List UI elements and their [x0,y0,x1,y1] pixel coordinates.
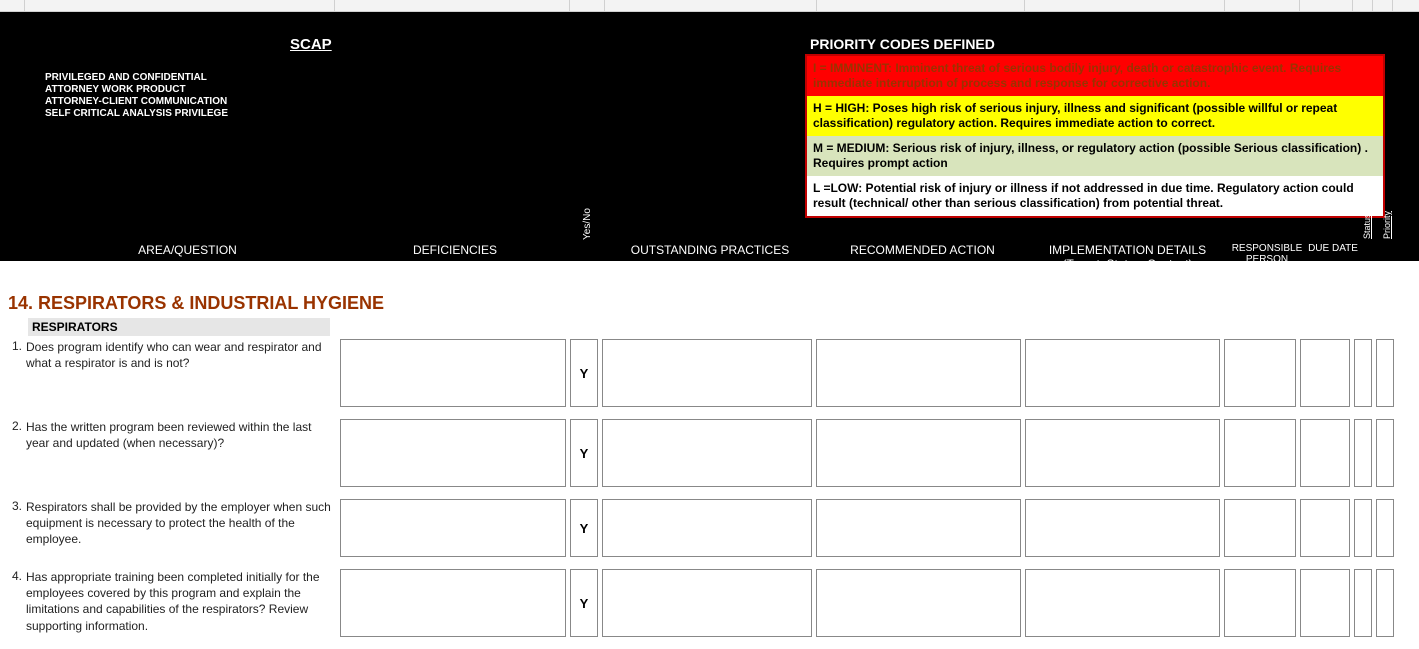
cell-outstanding-practices[interactable] [602,339,812,407]
question-text: Respirators shall be provided by the emp… [26,499,336,548]
col-yes-no: Yes/No [582,215,593,240]
question-number: 1. [0,339,26,353]
question-text: Has appropriate training been completed … [26,569,336,634]
cell-implementation-details[interactable] [1025,569,1220,637]
answer-cells: Y [340,339,1394,407]
cell-outstanding-practices[interactable] [602,569,812,637]
question-row: 3.Respirators shall be provided by the e… [0,499,1419,557]
section-title: 14. RESPIRATORS & INDUSTRIAL HYGIENE [8,293,1419,314]
cell-deficiencies[interactable] [340,339,566,407]
question-text: Has the written program been reviewed wi… [26,419,336,451]
header-panel: SCAP PRIVILEGED AND CONFIDENTIAL ATTORNE… [0,12,1419,261]
cell-priority[interactable] [1376,569,1394,637]
cell-implementation-details[interactable] [1025,339,1220,407]
answer-cells: Y [340,419,1394,487]
cell-yes-no[interactable]: Y [570,569,598,637]
cell-priority[interactable] [1376,419,1394,487]
column-ruler [0,0,1419,12]
privileged-block: PRIVILEGED AND CONFIDENTIAL ATTORNEY WOR… [45,72,228,120]
cell-status[interactable] [1354,339,1372,407]
col-area-question: AREA/QUESTION [40,243,335,257]
question-text: Does program identify who can wear and r… [26,339,336,371]
cell-recommended-action[interactable] [816,339,1021,407]
cell-responsible-person[interactable] [1224,499,1296,557]
col-status: Status [1362,221,1372,239]
cell-responsible-person[interactable] [1224,339,1296,407]
col-priority: Priority [1382,221,1392,239]
question-row: 1.Does program identify who can wear and… [0,339,1419,407]
priority-code-low: L =LOW: Potential risk of injury or illn… [807,176,1383,216]
priv-line: ATTORNEY WORK PRODUCT [45,84,228,96]
cell-yes-no[interactable]: Y [570,339,598,407]
cell-responsible-person[interactable] [1224,569,1296,637]
cell-priority[interactable] [1376,339,1394,407]
cell-recommended-action[interactable] [816,569,1021,637]
cell-status[interactable] [1354,569,1372,637]
priority-codes-title: PRIORITY CODES DEFINED [810,36,995,52]
cell-status[interactable] [1354,499,1372,557]
col-implementation-details: IMPLEMENTATION DETAILS (Target, Status, … [1030,243,1225,271]
cell-outstanding-practices[interactable] [602,499,812,557]
cell-due-date[interactable] [1300,339,1350,407]
cell-yes-no[interactable]: Y [570,499,598,557]
col-recommended-action: RECOMMENDED ACTION [820,243,1025,257]
priv-line: SELF CRITICAL ANALYSIS PRIVILEGE [45,108,228,120]
priority-codes-box: I = IMMINENT: Imminent threat of serious… [805,54,1385,218]
subsection-header: RESPIRATORS [28,318,330,336]
priv-line: PRIVILEGED AND CONFIDENTIAL [45,72,228,84]
question-number: 4. [0,569,26,583]
cell-deficiencies[interactable] [340,499,566,557]
priority-code-imminent: I = IMMINENT: Imminent threat of serious… [807,56,1383,96]
cell-yes-no[interactable]: Y [570,419,598,487]
cell-implementation-details[interactable] [1025,499,1220,557]
cell-priority[interactable] [1376,499,1394,557]
question-number: 2. [0,419,26,433]
col-due-date: DUE DATE [1308,243,1358,254]
cell-responsible-person[interactable] [1224,419,1296,487]
cell-status[interactable] [1354,419,1372,487]
col-responsible-person: RESPONSIBLE PERSON [1230,243,1304,265]
question-row: 2.Has the written program been reviewed … [0,419,1419,487]
priority-code-medium: M = MEDIUM: Serious risk of injury, illn… [807,136,1383,176]
cell-due-date[interactable] [1300,499,1350,557]
doc-title: SCAP [290,36,332,53]
question-row: 4.Has appropriate training been complete… [0,569,1419,637]
cell-due-date[interactable] [1300,419,1350,487]
answer-cells: Y [340,569,1394,637]
cell-deficiencies[interactable] [340,419,566,487]
col-deficiencies: DEFICIENCIES [340,243,570,257]
cell-due-date[interactable] [1300,569,1350,637]
answer-cells: Y [340,499,1394,557]
cell-outstanding-practices[interactable] [602,419,812,487]
cell-recommended-action[interactable] [816,499,1021,557]
priority-code-high: H = HIGH: Poses high risk of serious inj… [807,96,1383,136]
cell-implementation-details[interactable] [1025,419,1220,487]
cell-deficiencies[interactable] [340,569,566,637]
priv-line: ATTORNEY-CLIENT COMMUNICATION [45,96,228,108]
cell-recommended-action[interactable] [816,419,1021,487]
question-number: 3. [0,499,26,513]
col-outstanding-practices: OUTSTANDING PRACTICES [605,243,815,257]
